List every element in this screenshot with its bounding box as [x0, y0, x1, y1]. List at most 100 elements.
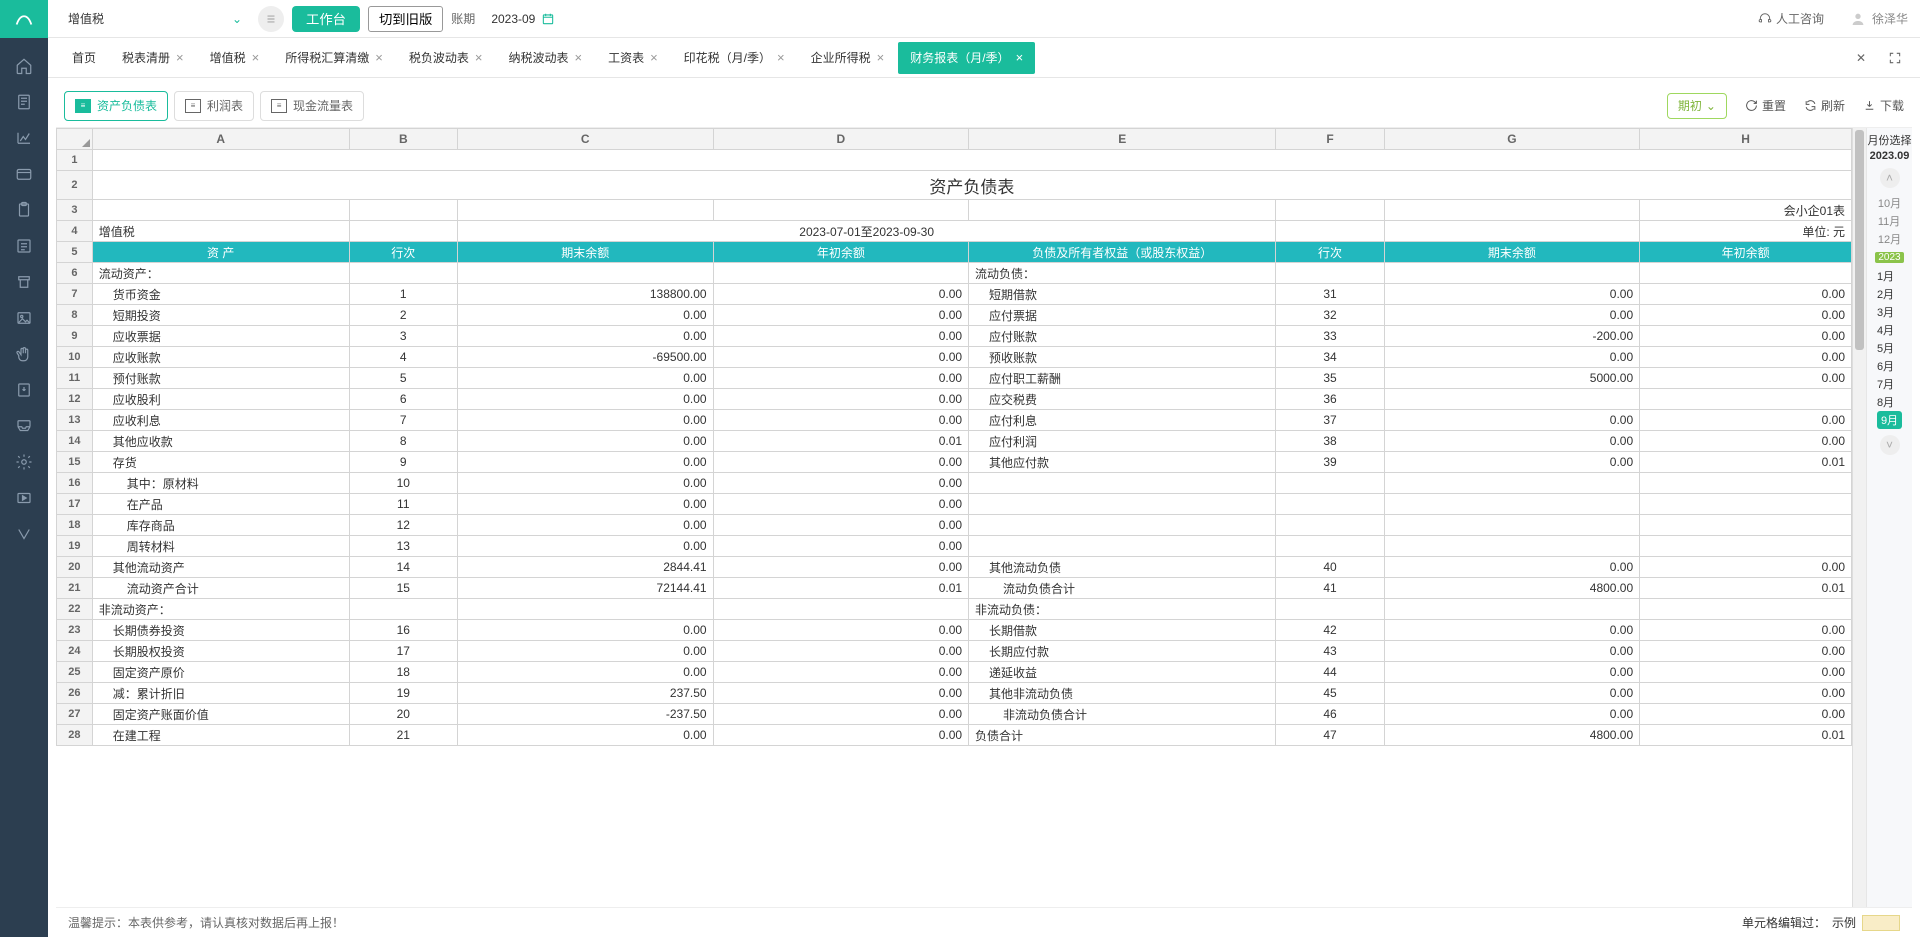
nav-settings-icon[interactable]: [0, 444, 48, 480]
month-next-icon[interactable]: ˅: [1880, 435, 1900, 455]
tab-8[interactable]: 企业所得税×: [799, 42, 897, 74]
cell[interactable]: 减：累计折旧: [92, 683, 349, 704]
cell[interactable]: 固定资产原价: [92, 662, 349, 683]
month-option[interactable]: 8月: [1877, 393, 1902, 411]
col-header[interactable]: C: [457, 129, 713, 150]
nav-v-icon[interactable]: [0, 516, 48, 552]
nav-tax-icon[interactable]: [0, 264, 48, 300]
month-prev-icon[interactable]: ˄: [1880, 168, 1900, 188]
month-option[interactable]: 3月: [1877, 303, 1902, 321]
nav-chart-icon[interactable]: [0, 120, 48, 156]
cell[interactable]: 应收账款: [92, 347, 349, 368]
workspace-button[interactable]: 工作台: [292, 6, 360, 32]
tab-6[interactable]: 工资表×: [596, 42, 670, 74]
spreadsheet[interactable]: ABCDEFGH12资产负债表3会小企01表4增值税2023-07-01至202…: [56, 128, 1852, 907]
cell[interactable]: 其中：原材料: [92, 473, 349, 494]
sheet-header-cell[interactable]: 行次: [1276, 242, 1384, 263]
tab-close-icon[interactable]: ×: [650, 50, 658, 65]
nav-video-icon[interactable]: [0, 480, 48, 516]
tab-close-icon[interactable]: ×: [475, 50, 483, 65]
cell[interactable]: 非流动资产：: [92, 599, 349, 620]
sheet-header-cell[interactable]: 负债及所有者权益（或股东权益）: [969, 242, 1276, 263]
close-all-tabs-icon[interactable]: ✕: [1848, 45, 1874, 71]
tab-1[interactable]: 税表清册×: [110, 42, 196, 74]
col-header[interactable]: A: [92, 129, 349, 150]
cell[interactable]: 预付账款: [92, 368, 349, 389]
month-option[interactable]: 6月: [1877, 357, 1902, 375]
period-picker[interactable]: 2023-09: [483, 6, 563, 32]
month-option[interactable]: 12月: [1878, 230, 1901, 248]
sheet-title[interactable]: 资产负债表: [92, 171, 1851, 200]
cell[interactable]: 长期债券投资: [92, 620, 349, 641]
user-menu[interactable]: 徐泽华: [1850, 10, 1908, 27]
cell[interactable]: 其他应收款: [92, 431, 349, 452]
sheet-header-cell[interactable]: 期末余额: [1384, 242, 1639, 263]
fullscreen-icon[interactable]: [1882, 45, 1908, 71]
cell[interactable]: 库存商品: [92, 515, 349, 536]
month-option[interactable]: 7月: [1877, 375, 1902, 393]
consult-link[interactable]: 人工咨询: [1758, 10, 1824, 27]
month-option[interactable]: 2月: [1877, 285, 1902, 303]
month-option[interactable]: 11月: [1878, 212, 1901, 230]
corp-code[interactable]: 会小企01表: [1640, 200, 1852, 221]
nav-doc-icon[interactable]: [0, 84, 48, 120]
tab-close-icon[interactable]: ×: [1016, 50, 1024, 65]
nav-clipboard-icon[interactable]: [0, 192, 48, 228]
subtab-0[interactable]: ≡资产负债表: [64, 91, 168, 121]
col-header[interactable]: G: [1384, 129, 1639, 150]
month-option[interactable]: 10月: [1878, 194, 1901, 212]
col-header[interactable]: E: [969, 129, 1276, 150]
col-header[interactable]: H: [1640, 129, 1852, 150]
month-option[interactable]: 9月: [1877, 411, 1902, 429]
tab-close-icon[interactable]: ×: [375, 50, 383, 65]
cell[interactable]: 流动资产合计: [92, 578, 349, 599]
cell[interactable]: 货币资金: [92, 284, 349, 305]
tab-close-icon[interactable]: ×: [777, 50, 785, 65]
subtab-2[interactable]: ≡现金流量表: [260, 91, 364, 121]
nav-wallet-icon[interactable]: [0, 156, 48, 192]
refresh-button[interactable]: 刷新: [1804, 97, 1845, 114]
tab-7[interactable]: 印花税（月/季）×: [672, 42, 797, 74]
cell[interactable]: 应收利息: [92, 410, 349, 431]
sheet-header-cell[interactable]: 资 产: [92, 242, 349, 263]
month-option[interactable]: 1月: [1877, 267, 1902, 285]
cell[interactable]: 在产品: [92, 494, 349, 515]
sheet-header-cell[interactable]: 期末余额: [457, 242, 713, 263]
cell[interactable]: 应收票据: [92, 326, 349, 347]
cell[interactable]: 短期投资: [92, 305, 349, 326]
tab-9[interactable]: 财务报表（月/季）×: [898, 42, 1035, 74]
tab-5[interactable]: 纳税波动表×: [496, 42, 594, 74]
cell[interactable]: 在建工程: [92, 725, 349, 746]
cell[interactable]: 周转材料: [92, 536, 349, 557]
subtab-1[interactable]: ≡利润表: [174, 91, 254, 121]
month-option[interactable]: 5月: [1877, 339, 1902, 357]
date-range[interactable]: 2023-07-01至2023-09-30: [457, 221, 1275, 242]
nav-inbox-icon[interactable]: [0, 408, 48, 444]
reset-button[interactable]: 重置: [1745, 97, 1786, 114]
cell[interactable]: 长期股权投资: [92, 641, 349, 662]
tab-0[interactable]: 首页: [60, 42, 108, 74]
sheet-header-cell[interactable]: 年初余额: [713, 242, 968, 263]
nav-form-icon[interactable]: [0, 228, 48, 264]
tab-close-icon[interactable]: ×: [176, 50, 184, 65]
unit-cell[interactable]: 单位: 元: [1640, 221, 1852, 242]
nav-home-icon[interactable]: [0, 48, 48, 84]
tab-close-icon[interactable]: ×: [252, 50, 260, 65]
cell[interactable]: 其他流动资产: [92, 557, 349, 578]
sheet-header-cell[interactable]: 年初余额: [1640, 242, 1852, 263]
tab-4[interactable]: 税负波动表×: [397, 42, 495, 74]
nav-export-icon[interactable]: [0, 372, 48, 408]
col-header[interactable]: F: [1276, 129, 1384, 150]
tab-3[interactable]: 所得税汇算清缴×: [273, 42, 395, 74]
company-cell[interactable]: 增值税: [92, 221, 349, 242]
nav-image-icon[interactable]: [0, 300, 48, 336]
nav-hand-icon[interactable]: [0, 336, 48, 372]
col-header[interactable]: D: [713, 129, 968, 150]
download-button[interactable]: 下载: [1863, 97, 1904, 114]
cell[interactable]: 存货: [92, 452, 349, 473]
cell[interactable]: 固定资产账面价值: [92, 704, 349, 725]
list-icon-button[interactable]: [258, 6, 284, 32]
cell[interactable]: 应收股利: [92, 389, 349, 410]
vertical-scrollbar[interactable]: [1852, 128, 1866, 907]
tab-2[interactable]: 增值税×: [198, 42, 272, 74]
